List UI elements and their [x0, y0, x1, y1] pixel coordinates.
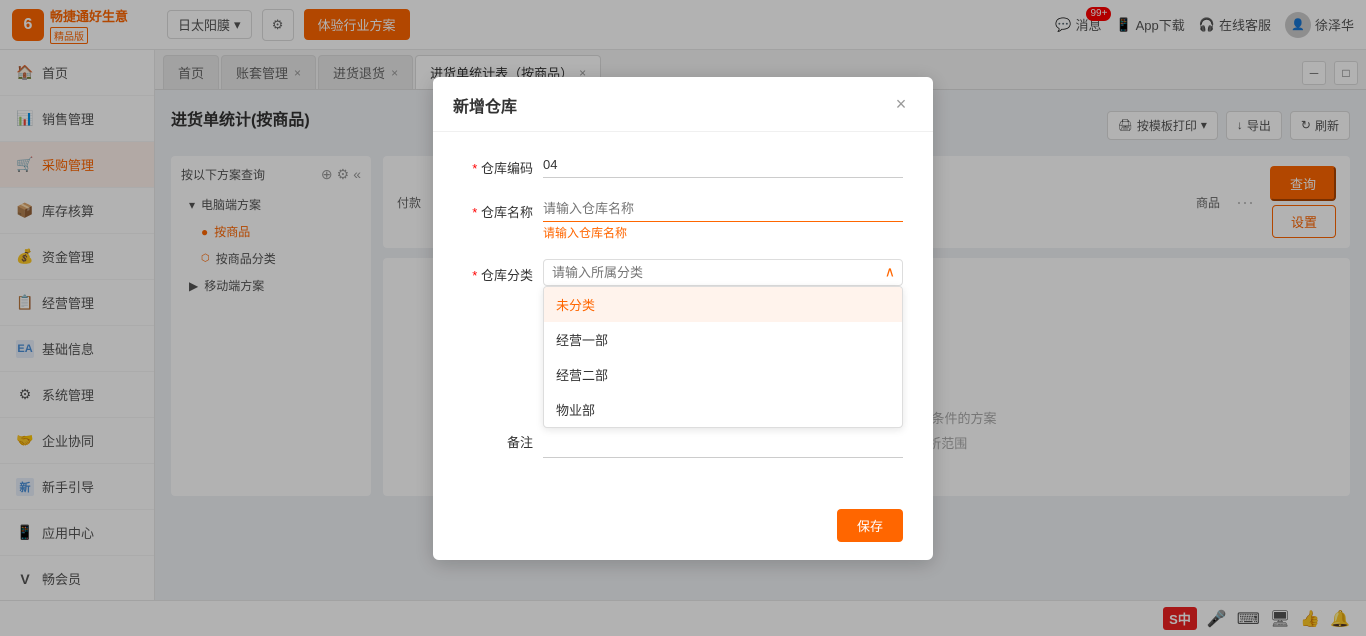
- modal-header: 新增仓库 ×: [433, 77, 933, 132]
- dropdown-item-dept1[interactable]: 经营一部: [544, 322, 902, 357]
- dropdown-item-none[interactable]: 未分类: [544, 287, 902, 322]
- modal-overlay[interactable]: 新增仓库 × * 仓库编码 * 仓库名称 请输入仓库名称: [0, 0, 1366, 636]
- remark-wrap: [543, 426, 903, 461]
- warehouse-category-input[interactable]: [543, 259, 903, 286]
- modal-title: 新增仓库: [453, 93, 517, 117]
- warehouse-name-error: 请输入仓库名称: [543, 224, 903, 241]
- modal-body: * 仓库编码 * 仓库名称 请输入仓库名称 * 仓库分类: [433, 132, 933, 499]
- warehouse-category-wrap: ∧ 未分类 经营一部 经营二部 物业部: [543, 259, 903, 286]
- form-row-remark: 备注: [463, 426, 903, 461]
- warehouse-name-wrap: 请输入仓库名称: [543, 196, 903, 241]
- warehouse-name-label: * 仓库名称: [463, 196, 543, 221]
- remark-textarea[interactable]: [543, 426, 903, 458]
- warehouse-code-wrap: [543, 152, 903, 178]
- category-dropdown: 未分类 经营一部 经营二部 物业部: [543, 286, 903, 428]
- modal-close-button[interactable]: ×: [889, 93, 913, 117]
- dropdown-item-dept3[interactable]: 物业部: [544, 392, 902, 427]
- remark-label: 备注: [463, 426, 543, 451]
- warehouse-code-input[interactable]: [543, 152, 903, 178]
- modal-new-warehouse: 新增仓库 × * 仓库编码 * 仓库名称 请输入仓库名称: [433, 77, 933, 560]
- warehouse-name-input[interactable]: [543, 196, 903, 222]
- modal-footer: 保存: [433, 499, 933, 560]
- dropdown-item-dept2[interactable]: 经营二部: [544, 357, 902, 392]
- form-row-category: * 仓库分类 ∧ 未分类 经营一部 经营二部 物业部: [463, 259, 903, 286]
- form-row-name: * 仓库名称 请输入仓库名称: [463, 196, 903, 241]
- form-row-code: * 仓库编码: [463, 152, 903, 178]
- save-button[interactable]: 保存: [837, 509, 903, 542]
- warehouse-category-label: * 仓库分类: [463, 259, 543, 284]
- warehouse-code-label: * 仓库编码: [463, 152, 543, 177]
